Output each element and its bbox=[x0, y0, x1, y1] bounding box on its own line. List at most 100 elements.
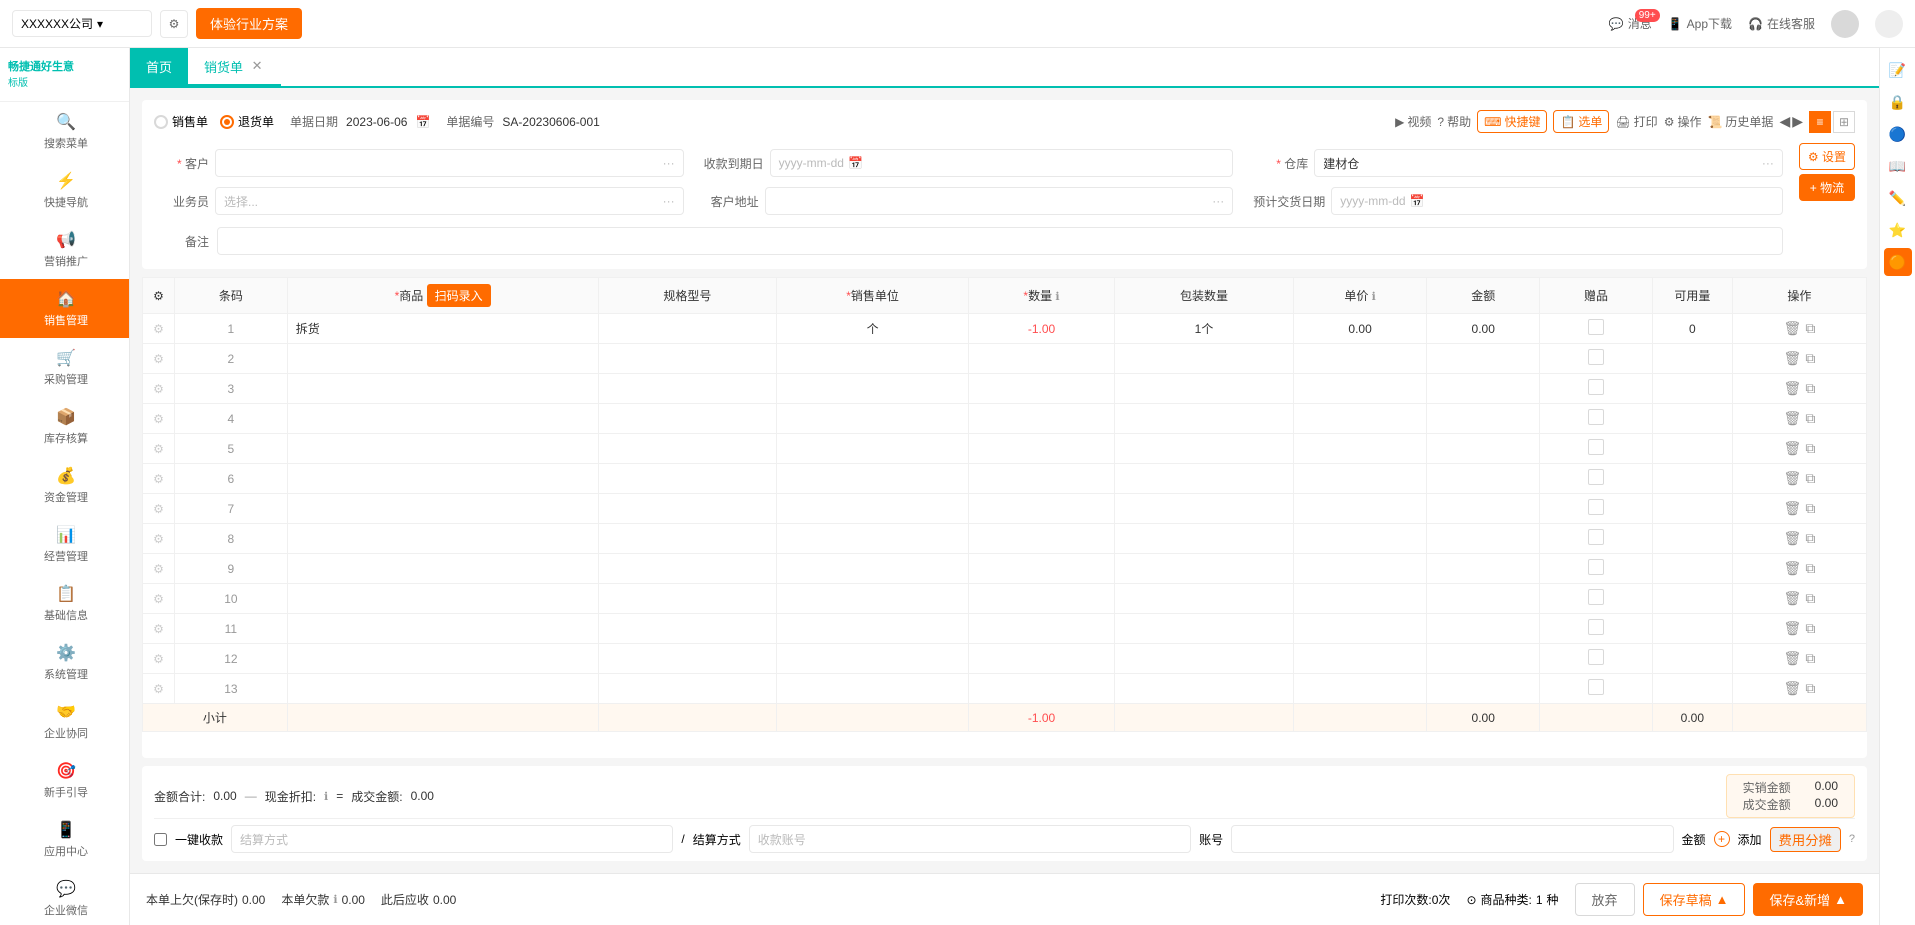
delete-row-icon[interactable]: 🗑 bbox=[1784, 440, 1802, 457]
delete-row-icon[interactable]: 🗑 bbox=[1784, 530, 1802, 547]
cell-pkg-qty[interactable] bbox=[1115, 434, 1294, 464]
expected-date-input[interactable]: yyyy-mm-dd 📅 bbox=[1331, 187, 1783, 215]
copy-row-icon[interactable]: ⧉ bbox=[1805, 530, 1815, 547]
copy-row-icon[interactable]: ⧉ bbox=[1805, 590, 1815, 607]
next-arrow[interactable]: ▶ bbox=[1792, 113, 1803, 130]
copy-row-icon[interactable]: ⧉ bbox=[1805, 380, 1815, 397]
cell-product[interactable] bbox=[287, 464, 598, 494]
cell-gift[interactable] bbox=[1540, 614, 1653, 644]
cell-unit-price[interactable]: 0.00 bbox=[1293, 314, 1426, 344]
cell-spec[interactable] bbox=[598, 524, 777, 554]
cell-qty[interactable] bbox=[968, 584, 1114, 614]
payment-amount-input[interactable] bbox=[1231, 825, 1673, 853]
cell-amount[interactable] bbox=[1427, 494, 1540, 524]
delete-row-icon[interactable]: 🗑 bbox=[1784, 620, 1802, 637]
cell-spec[interactable] bbox=[598, 344, 777, 374]
copy-row-icon[interactable]: ⧉ bbox=[1805, 440, 1815, 457]
sidebar-item-quick-nav[interactable]: ⚡ 快捷导航 bbox=[0, 161, 129, 220]
grid-view-btn[interactable]: ⊞ bbox=[1833, 111, 1855, 133]
radio-return[interactable]: 退货单 bbox=[220, 113, 274, 130]
payment-method-input[interactable]: 结算方式 bbox=[231, 825, 673, 853]
cell-spec[interactable] bbox=[598, 584, 777, 614]
sidebar-item-purchase[interactable]: 🛒 采购管理 bbox=[0, 338, 129, 397]
logistics-button[interactable]: + 物流 bbox=[1799, 174, 1855, 201]
add-payment-button[interactable]: + bbox=[1714, 831, 1730, 847]
save-draft-button[interactable]: 保存草稿 ▲ bbox=[1643, 883, 1746, 916]
sidebar-item-inventory[interactable]: 📦 库存核算 bbox=[0, 397, 129, 456]
cell-qty[interactable]: -1.00 bbox=[968, 314, 1114, 344]
delete-row-icon[interactable]: 🗑 bbox=[1784, 590, 1802, 607]
cell-qty[interactable] bbox=[968, 434, 1114, 464]
cell-gift[interactable] bbox=[1540, 464, 1653, 494]
cell-unit[interactable] bbox=[777, 464, 969, 494]
sidebar-item-search[interactable]: 🔍 搜索菜单 bbox=[0, 102, 129, 161]
cell-qty[interactable] bbox=[968, 644, 1114, 674]
cell-product[interactable] bbox=[287, 374, 598, 404]
cell-gift[interactable] bbox=[1540, 554, 1653, 584]
cell-pkg-qty[interactable] bbox=[1115, 584, 1294, 614]
warehouse-input[interactable]: 建材仓 ··· bbox=[1314, 149, 1783, 177]
trial-button[interactable]: 体验行业方案 bbox=[196, 8, 302, 39]
cell-product[interactable] bbox=[287, 614, 598, 644]
cell-unit[interactable] bbox=[777, 614, 969, 644]
cell-amount[interactable] bbox=[1427, 644, 1540, 674]
customer-address-input[interactable]: ··· bbox=[765, 187, 1234, 215]
salesman-input[interactable]: 选择... ··· bbox=[215, 187, 684, 215]
copy-row-icon[interactable]: ⧉ bbox=[1805, 350, 1815, 367]
delete-row-icon[interactable]: 🗑 bbox=[1784, 350, 1802, 367]
cell-unit[interactable] bbox=[777, 374, 969, 404]
cell-gift[interactable] bbox=[1540, 494, 1653, 524]
right-panel-circle-btn[interactable]: 🔵 bbox=[1884, 120, 1912, 148]
cell-unit-price[interactable] bbox=[1293, 584, 1426, 614]
scan-button[interactable]: 扫码录入 bbox=[427, 284, 491, 307]
payment-account-input[interactable]: 收款账号 bbox=[749, 825, 1191, 853]
cell-product[interactable] bbox=[287, 584, 598, 614]
cell-pkg-qty[interactable] bbox=[1115, 374, 1294, 404]
online-service-button[interactable]: 🎧 在线客服 bbox=[1748, 15, 1815, 32]
cell-unit-price[interactable] bbox=[1293, 434, 1426, 464]
delete-row-icon[interactable]: 🗑 bbox=[1784, 680, 1802, 697]
cell-spec[interactable] bbox=[598, 644, 777, 674]
right-panel-star-btn[interactable]: ⭐ bbox=[1884, 216, 1912, 244]
cell-spec[interactable] bbox=[598, 614, 777, 644]
delete-row-icon[interactable]: 🗑 bbox=[1784, 650, 1802, 667]
cell-qty[interactable] bbox=[968, 404, 1114, 434]
cell-unit[interactable] bbox=[777, 554, 969, 584]
cell-product[interactable]: 拆货 bbox=[287, 314, 598, 344]
cell-unit-price[interactable] bbox=[1293, 644, 1426, 674]
cell-unit[interactable] bbox=[777, 404, 969, 434]
cell-product[interactable] bbox=[287, 344, 598, 374]
copy-row-icon[interactable]: ⧉ bbox=[1805, 500, 1815, 517]
due-date-calendar-icon[interactable]: 📅 bbox=[844, 156, 867, 170]
tab-home[interactable]: 首页 bbox=[130, 48, 188, 86]
cell-unit[interactable] bbox=[777, 584, 969, 614]
cell-qty[interactable] bbox=[968, 614, 1114, 644]
save-new-button[interactable]: 保存&新增 ▲ bbox=[1753, 883, 1863, 916]
cell-pkg-qty[interactable] bbox=[1115, 404, 1294, 434]
cell-unit[interactable] bbox=[777, 344, 969, 374]
delete-row-icon[interactable]: 🗑 bbox=[1784, 500, 1802, 517]
cell-qty[interactable] bbox=[968, 524, 1114, 554]
copy-row-icon[interactable]: ⧉ bbox=[1805, 470, 1815, 487]
sidebar-item-sales[interactable]: 🏠 销售管理 bbox=[0, 279, 129, 338]
expected-date-cal-icon[interactable]: 📅 bbox=[1406, 194, 1429, 208]
product-type-icon[interactable]: ⊙ bbox=[1466, 893, 1476, 907]
cell-spec[interactable] bbox=[598, 674, 777, 704]
delete-row-icon[interactable]: 🗑 bbox=[1784, 560, 1802, 577]
price-info-icon[interactable]: ℹ bbox=[1372, 291, 1376, 303]
cell-spec[interactable] bbox=[598, 434, 777, 464]
cell-qty[interactable] bbox=[968, 494, 1114, 524]
sidebar-item-enterprise[interactable]: 🤝 企业协同 bbox=[0, 692, 129, 751]
cell-pkg-qty[interactable] bbox=[1115, 614, 1294, 644]
cell-pkg-qty[interactable]: 1个 bbox=[1115, 314, 1294, 344]
due-date-input[interactable]: yyyy-mm-dd 📅 bbox=[770, 149, 1234, 177]
cell-unit[interactable] bbox=[777, 644, 969, 674]
cell-spec[interactable] bbox=[598, 494, 777, 524]
cell-unit-price[interactable] bbox=[1293, 494, 1426, 524]
cell-gift[interactable] bbox=[1540, 674, 1653, 704]
help-btn[interactable]: ? 帮助 bbox=[1437, 113, 1471, 130]
cell-pkg-qty[interactable] bbox=[1115, 674, 1294, 704]
cell-spec[interactable] bbox=[598, 554, 777, 584]
cell-unit-price[interactable] bbox=[1293, 404, 1426, 434]
calendar-icon[interactable]: 📅 bbox=[415, 115, 430, 129]
